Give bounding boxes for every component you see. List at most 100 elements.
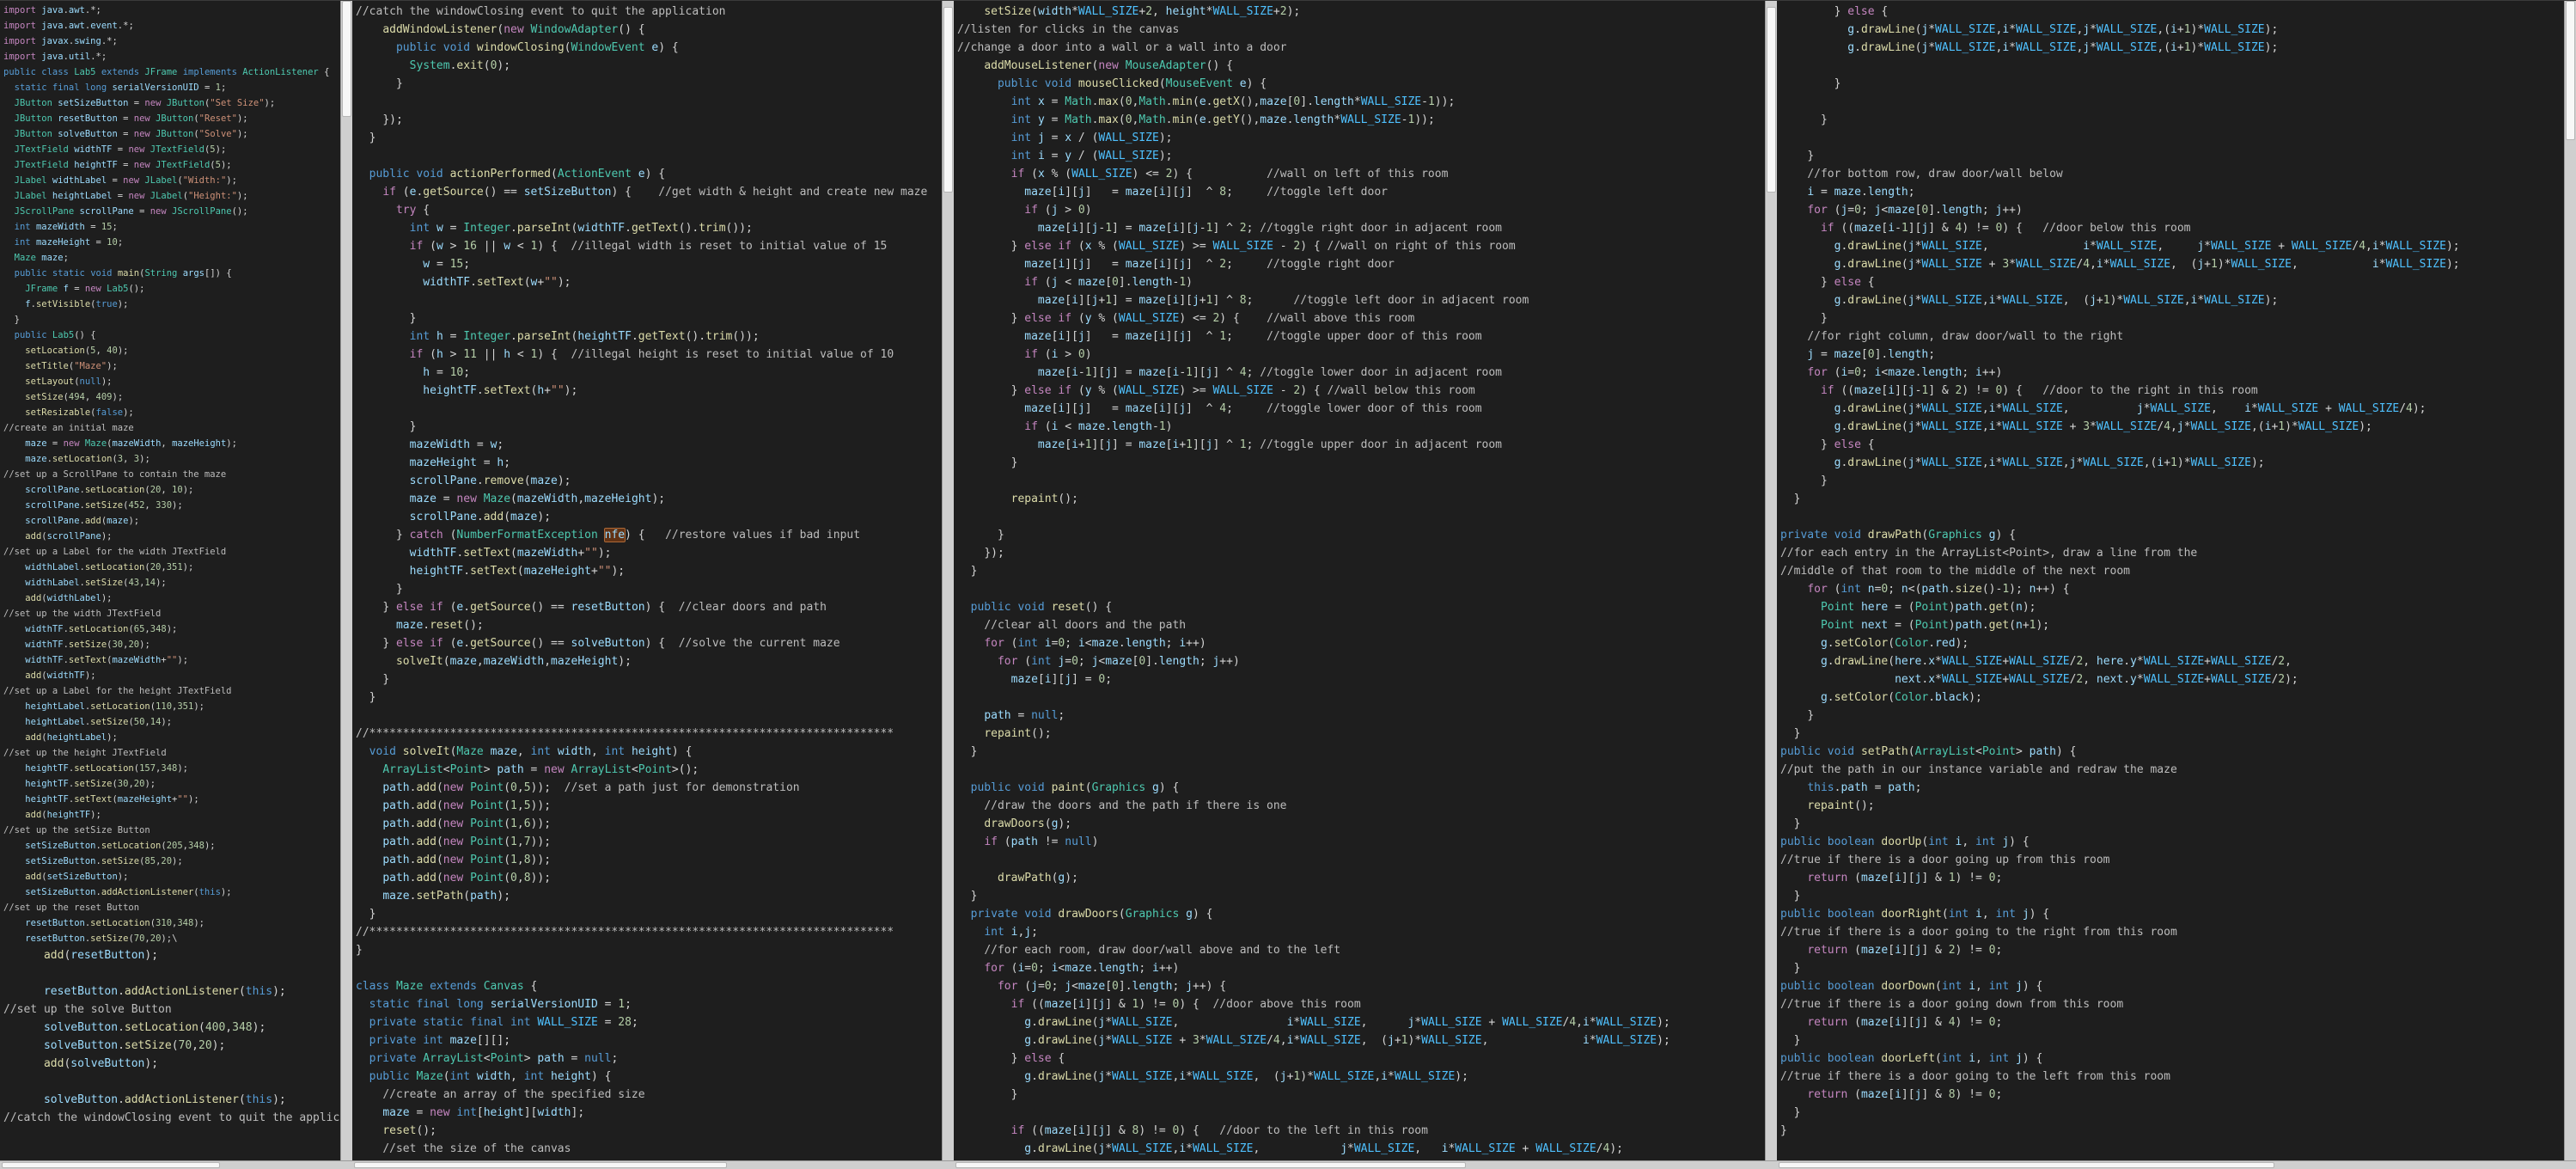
code-line[interactable]: path.add(new Point(1,8)); (356, 851, 942, 869)
code-line[interactable] (957, 689, 1765, 707)
code-line[interactable]: repaint(); (1780, 797, 2564, 815)
code-line[interactable]: static final long serialVersionUID = 1; (3, 80, 340, 95)
code-line[interactable] (957, 851, 1765, 869)
code-line[interactable]: JTextField widthTF = new JTextField(5); (3, 142, 340, 157)
code-line[interactable]: path = null; (957, 707, 1765, 725)
code-line[interactable]: add(setSizeButton); (3, 869, 340, 884)
code-line[interactable]: maze[i][j] = maze[i][j] ^ 4; //toggle lo… (957, 400, 1765, 418)
code-line[interactable]: JButton setSizeButton = new JButton("Set… (3, 95, 340, 111)
code-line[interactable]: public void setPath(ArrayList<Point> pat… (1780, 743, 2564, 761)
code-line[interactable]: add(widthTF); (3, 668, 340, 683)
code-line[interactable]: } else { (1780, 273, 2564, 291)
code-line[interactable]: add(scrollPane); (3, 529, 340, 544)
code-line[interactable]: } (1780, 707, 2564, 725)
code-line[interactable]: setSizeButton.addActionListener(this); (3, 884, 340, 900)
code-line[interactable] (356, 707, 942, 725)
code-line[interactable]: //true if there is a door going to the l… (1780, 1068, 2564, 1086)
code-line[interactable]: maze.reset(); (356, 616, 942, 634)
code-line[interactable]: } else { (957, 1050, 1765, 1068)
code-line[interactable]: } (356, 309, 942, 327)
code-area-3[interactable]: setSize(width*WALL_SIZE+2, height*WALL_S… (954, 1, 1765, 1160)
code-line[interactable]: if (path != null) (957, 833, 1765, 851)
code-line[interactable]: } (1780, 75, 2564, 93)
code-line[interactable]: reset(); (356, 1122, 942, 1140)
code-line[interactable]: //listen for clicks in the canvas (957, 21, 1765, 39)
code-line[interactable]: j = maze[0].length; (1780, 346, 2564, 364)
horizontal-scrollbar-1[interactable] (0, 1160, 352, 1169)
code-line[interactable]: } (957, 454, 1765, 472)
code-line[interactable]: g.setColor(Color.red); (1780, 634, 2564, 652)
code-line[interactable]: g.drawLine(j*WALL_SIZE,i*WALL_SIZE,j*WAL… (1780, 39, 2564, 57)
code-area-1[interactable]: import java.awt.*; import java.awt.event.… (0, 1, 340, 1160)
code-line[interactable]: scrollPane.add(maze); (3, 513, 340, 529)
code-line[interactable] (3, 964, 340, 982)
code-line[interactable]: h = 10; (356, 364, 942, 382)
code-line[interactable]: resetButton.setLocation(310,348); (3, 915, 340, 931)
code-line[interactable]: //set up the height JTextField (3, 745, 340, 761)
code-line[interactable]: Point here = (Point)path.get(n); (1780, 598, 2564, 616)
code-line[interactable]: return (maze[i][j] & 1) != 0; (1780, 869, 2564, 887)
code-line[interactable]: //set up the solve Button (3, 1001, 340, 1019)
horizontal-scrollbar-thumb-4[interactable] (1779, 1162, 2274, 1168)
vertical-scrollbar-4[interactable] (2564, 1, 2576, 1160)
code-line[interactable]: w = 15; (356, 255, 942, 273)
horizontal-scrollbar-4[interactable] (1777, 1160, 2576, 1169)
code-line[interactable]: } (1780, 1122, 2564, 1140)
code-line[interactable]: for (int n=0; n<(path.size()-1); n++) { (1780, 580, 2564, 598)
code-line[interactable]: solveButton.addActionListener(this); (3, 1091, 340, 1109)
code-line[interactable]: if (x % (WALL_SIZE) <= 2) { //wall on le… (957, 165, 1765, 183)
code-line[interactable]: JLabel heightLabel = new JLabel("Height:… (3, 188, 340, 204)
code-line[interactable] (356, 959, 942, 977)
code-line[interactable]: widthLabel.setLocation(20,351); (3, 560, 340, 575)
code-line[interactable]: setSizeButton.setLocation(205,348); (3, 838, 340, 854)
code-line[interactable]: path.add(new Point(0,8)); (356, 869, 942, 887)
code-line[interactable]: public Maze(int width, int height) { (356, 1068, 942, 1086)
code-line[interactable]: if (i > 0) (957, 346, 1765, 364)
code-line[interactable]: this.path = path; (1780, 779, 2564, 797)
code-line[interactable]: public void actionPerformed(ActionEvent … (356, 165, 942, 183)
code-line[interactable]: JFrame f = new Lab5(); (3, 281, 340, 297)
code-line[interactable]: heightTF.setLocation(157,348); (3, 761, 340, 776)
code-line[interactable]: f.setVisible(true); (3, 297, 340, 312)
code-line[interactable]: } (356, 75, 942, 93)
code-line[interactable]: heightTF.setText(mazeHeight+""); (3, 792, 340, 807)
code-line[interactable]: //catch the windowClosing event to quit … (3, 1109, 340, 1127)
code-line[interactable]: path.add(new Point(1,7)); (356, 833, 942, 851)
code-line[interactable]: int x = Math.max(0,Math.min(e.getX(),maz… (957, 93, 1765, 111)
horizontal-scrollbar-thumb-1[interactable] (2, 1162, 221, 1168)
code-line[interactable]: if (w > 16 || w < 1) { //illegal width i… (356, 237, 942, 255)
code-line[interactable]: widthTF.setSize(30,20); (3, 637, 340, 652)
vertical-scrollbar-thumb-1[interactable] (342, 1, 351, 117)
code-line[interactable]: //put the path in our instance variable … (1780, 761, 2564, 779)
code-line[interactable]: public boolean doorLeft(int i, int j) { (1780, 1050, 2564, 1068)
code-line[interactable]: //set up a Label for the width JTextFiel… (3, 544, 340, 560)
vertical-scrollbar-thumb-3[interactable] (1767, 6, 1776, 193)
code-line[interactable]: } (356, 580, 942, 598)
code-line[interactable]: widthTF.setText(mazeWidth+""); (3, 652, 340, 668)
code-line[interactable]: //set up a ScrollPane to contain the maz… (3, 467, 340, 482)
vertical-scrollbar-thumb-2[interactable] (943, 6, 953, 193)
code-line[interactable] (1780, 57, 2564, 75)
code-line[interactable]: scrollPane.add(maze); (356, 508, 942, 526)
code-line[interactable]: add(solveButton); (3, 1055, 340, 1073)
code-line[interactable]: maze = new Maze(mazeWidth,mazeHeight); (356, 490, 942, 508)
code-line[interactable]: static final long serialVersionUID = 1; (356, 995, 942, 1013)
code-line[interactable]: g.setColor(Color.black); (1780, 689, 2564, 707)
code-line[interactable]: } (1780, 959, 2564, 977)
code-line[interactable]: } else if (e.getSource() == resetButton)… (356, 598, 942, 616)
code-line[interactable]: //change a door into a wall or a wall in… (957, 39, 1765, 57)
code-line[interactable]: public void windowClosing(WindowEvent e)… (356, 39, 942, 57)
code-line[interactable]: for (j=0; j<maze[0].length; j++) (1780, 201, 2564, 219)
code-line[interactable]: maze[i][j] = maze[i][j] ^ 8; //toggle le… (957, 183, 1765, 201)
code-line[interactable]: return (maze[i][j] & 2) != 0; (1780, 941, 2564, 959)
code-line[interactable]: setLocation(5, 40); (3, 343, 340, 358)
code-line[interactable]: }); (356, 111, 942, 129)
code-line[interactable]: JLabel widthLabel = new JLabel("Width:")… (3, 173, 340, 188)
code-line[interactable]: } (1780, 1031, 2564, 1050)
code-line[interactable]: int i,j; (957, 923, 1765, 941)
code-line[interactable]: setResizable(false); (3, 405, 340, 420)
code-line[interactable]: maze[i][j-1] = maze[i][j-1] ^ 2; //toggl… (957, 219, 1765, 237)
code-line[interactable] (1780, 129, 2564, 147)
code-line[interactable]: mazeHeight = h; (356, 454, 942, 472)
vertical-scrollbar-3[interactable] (1765, 1, 1777, 1160)
